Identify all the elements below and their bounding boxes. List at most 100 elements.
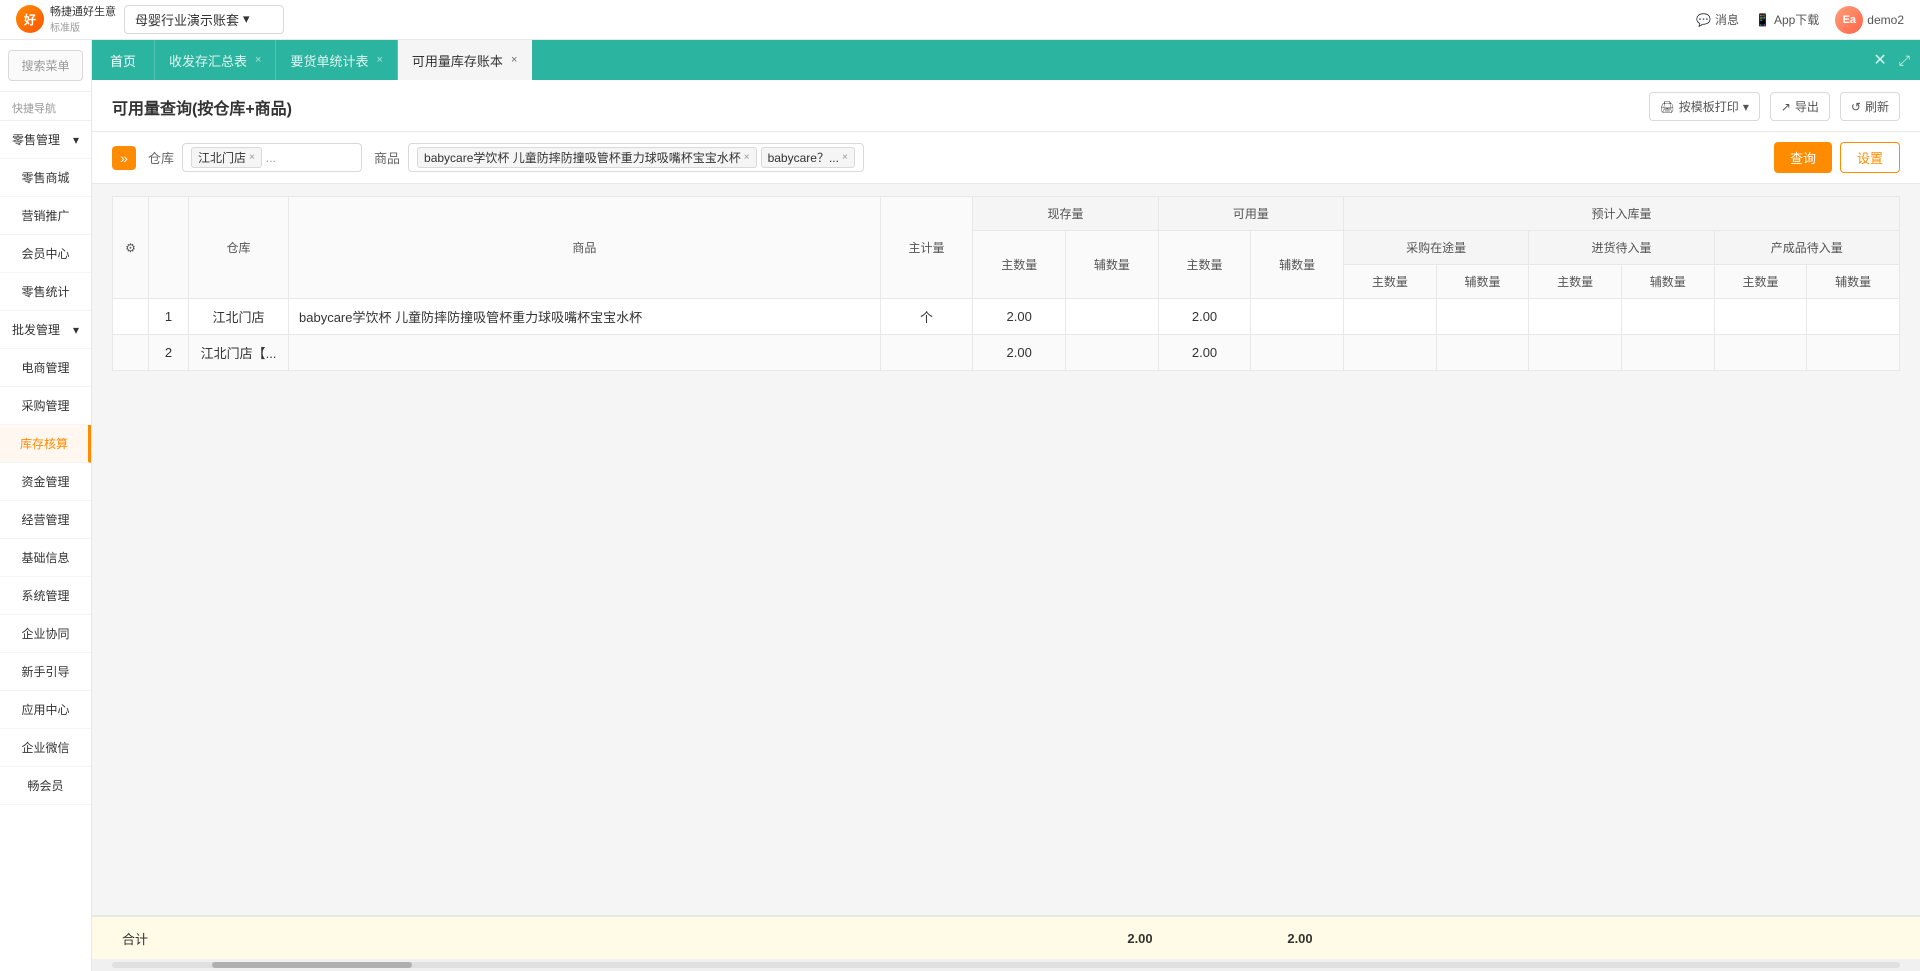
expand-filter-button[interactable] — [112, 146, 136, 170]
product-filter-tags[interactable]: babycare学饮杯 儿童防摔防撞吸管杯重力球吸嘴杯宝宝水杯 babycare… — [408, 143, 864, 172]
stock-aux-qty-header: 辅数量 — [1066, 231, 1159, 299]
sidebar-item-retail-mall[interactable]: 零售商城 — [0, 159, 91, 197]
tab-home[interactable]: 首页 — [92, 40, 155, 80]
sidebar-item-system[interactable]: 系统管理 — [0, 577, 91, 615]
settings-button[interactable]: 设置 — [1840, 142, 1900, 173]
sidebar-item-retail-management[interactable]: 零售管理 — [0, 121, 91, 159]
sidebar-item-new-user-guide[interactable]: 新手引导 — [0, 653, 91, 691]
close-icon[interactable] — [255, 54, 261, 66]
sidebar-item-inventory[interactable]: 库存核算 — [0, 425, 91, 463]
row1-incoming-aux — [1621, 299, 1714, 335]
sidebar-item-app-center[interactable]: 应用中心 — [0, 691, 91, 729]
sidebar-item-wechat[interactable]: 企业微信 — [0, 729, 91, 767]
stock-main-qty-header: 主数量 — [973, 231, 1066, 299]
tab-receive-summary[interactable]: 收发存汇总表 — [155, 40, 276, 80]
available-header: 可用量 — [1158, 197, 1343, 231]
production-pending-header: 产成品待入量 — [1714, 231, 1899, 265]
chevron-down-icon — [1743, 100, 1749, 114]
close-icon[interactable] — [249, 152, 255, 163]
quick-nav-label: 快捷导航 — [0, 92, 91, 121]
row1-available-main: 2.00 — [1158, 299, 1251, 335]
logo-text: 畅捷通好生意 — [50, 5, 116, 19]
row1-warehouse: 江北门店 — [189, 299, 289, 335]
sidebar-search: 搜索菜单 — [0, 40, 91, 92]
row2-incoming-aux — [1621, 335, 1714, 371]
sidebar-item-basic-info[interactable]: 基础信息 — [0, 539, 91, 577]
chevron-down-icon — [243, 11, 250, 27]
row2-production-main — [1714, 335, 1807, 371]
export-button[interactable]: 导出 — [1770, 92, 1830, 121]
logo-icon: 好 — [16, 5, 44, 33]
export-icon — [1781, 100, 1791, 114]
msg-icon — [1696, 13, 1711, 27]
sidebar-item-finance[interactable]: 资金管理 — [0, 463, 91, 501]
print-template-button[interactable]: 按模板打印 — [1649, 92, 1760, 121]
row2-warehouse: 江北门店【... — [189, 335, 289, 371]
scroll-thumb[interactable] — [212, 962, 412, 968]
sidebar-item-purchase[interactable]: 采购管理 — [0, 387, 91, 425]
sidebar-item-member[interactable]: 畅会员 — [0, 767, 91, 805]
sidebar-item-ecommerce[interactable]: 电商管理 — [0, 349, 91, 387]
top-bar-right: 消息 App下载 Ea demo2 — [1696, 6, 1904, 34]
row2-purchase-transit-main — [1344, 335, 1437, 371]
close-icon[interactable] — [842, 152, 848, 163]
sidebar-item-member-center[interactable]: 会员中心 — [0, 235, 91, 273]
horizontal-scrollbar[interactable] — [92, 959, 1920, 971]
summary-label: 合计 — [112, 929, 252, 948]
production-main-header: 主数量 — [1714, 265, 1807, 299]
row1-index: 1 — [149, 299, 189, 335]
query-button[interactable]: 查询 — [1774, 142, 1832, 173]
summary-stock-main: 2.00 — [1100, 931, 1180, 946]
chevron-down-icon — [73, 323, 79, 337]
product-tag-2: babycare？... — [761, 147, 855, 168]
warehouse-filter-tags[interactable]: 江北门店 ... — [182, 143, 362, 172]
row1-product: babycare学饮杯 儿童防摔防撞吸管杯重力球吸嘴杯宝宝水杯 — [289, 299, 881, 335]
incoming-aux-header: 辅数量 — [1621, 265, 1714, 299]
maximize-icon[interactable]: ⤢ — [1897, 50, 1912, 71]
row1-purchase-transit-aux — [1436, 299, 1529, 335]
app-icon — [1755, 13, 1770, 27]
sidebar: 搜索菜单 快捷导航 零售管理 零售商城 营销推广 会员中心 零售统计 批发管理 … — [0, 40, 92, 971]
page-title-row: 可用量查询(按仓库+商品) 按模板打印 导出 — [112, 92, 1900, 131]
app-download-action[interactable]: App下载 — [1755, 11, 1819, 28]
row2-available-main: 2.00 — [1158, 335, 1251, 371]
top-bar-left: 好 畅捷通好生意 标准版 母婴行业演示账套 — [16, 5, 284, 34]
sidebar-item-collaboration[interactable]: 企业协同 — [0, 615, 91, 653]
settings-column-header[interactable] — [113, 197, 149, 299]
warehouse-filter-group: 仓库 江北门店 ... — [148, 143, 362, 172]
index-column-header — [149, 197, 189, 299]
chevron-down-icon — [73, 133, 79, 147]
user-menu[interactable]: Ea demo2 — [1835, 6, 1904, 34]
tab-bar-right: ✕ ⤢ — [1871, 40, 1920, 80]
tab-order-stats[interactable]: 要货单统计表 — [276, 40, 397, 80]
page-actions: 按模板打印 导出 刷新 — [1649, 92, 1900, 121]
production-aux-header: 辅数量 — [1807, 265, 1900, 299]
sidebar-item-retail-stats[interactable]: 零售统计 — [0, 273, 91, 311]
row2-stock-main: 2.00 — [973, 335, 1066, 371]
sidebar-item-marketing[interactable]: 营销推广 — [0, 197, 91, 235]
tab-available-inventory[interactable]: 可用量库存账本 — [398, 40, 532, 80]
expand-icon — [120, 150, 128, 166]
close-icon[interactable] — [376, 54, 382, 66]
page-title: 可用量查询(按仓库+商品) — [112, 95, 292, 119]
row2-purchase-transit-aux — [1436, 335, 1529, 371]
industry-selector[interactable]: 母婴行业演示账套 — [124, 5, 284, 34]
refresh-button[interactable]: 刷新 — [1840, 92, 1900, 121]
print-icon — [1660, 100, 1675, 114]
close-icon[interactable] — [511, 54, 517, 66]
message-action[interactable]: 消息 — [1696, 11, 1739, 28]
row1-settings — [113, 299, 149, 335]
sidebar-item-operations[interactable]: 经营管理 — [0, 501, 91, 539]
current-stock-header: 现存量 — [973, 197, 1158, 231]
row2-main-unit — [880, 335, 973, 371]
main-unit-column-header: 主计量 — [880, 197, 973, 299]
row2-product — [289, 335, 881, 371]
sidebar-item-wholesale[interactable]: 批发管理 — [0, 311, 91, 349]
purchase-transit-aux-header: 辅数量 — [1436, 265, 1529, 299]
summary-bar: 合计 2.00 2.00 — [92, 915, 1920, 959]
search-menu-button[interactable]: 搜索菜单 — [8, 50, 83, 81]
close-window-icon[interactable]: ✕ — [1871, 48, 1888, 72]
filter-more[interactable]: ... — [266, 151, 276, 165]
row2-stock-aux — [1066, 335, 1159, 371]
close-icon[interactable] — [744, 152, 750, 163]
